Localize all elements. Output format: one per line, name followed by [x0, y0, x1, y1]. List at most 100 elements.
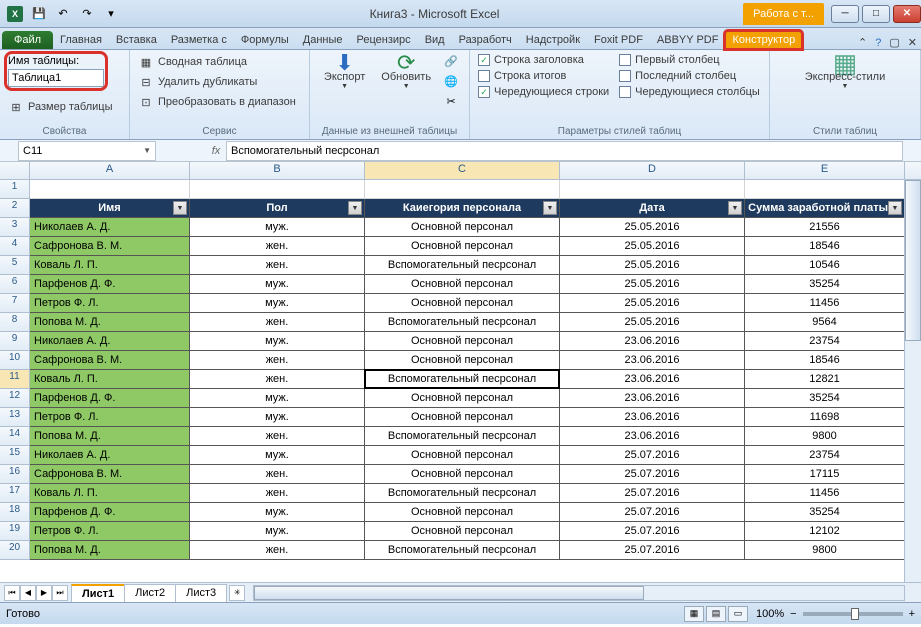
fx-button[interactable]: fx	[206, 145, 226, 157]
header-cell[interactable]: Сумма заработной платы, р▼	[745, 199, 905, 218]
row-header[interactable]: 4	[0, 237, 30, 256]
data-cell[interactable]: 23.06.2016	[560, 332, 745, 351]
close-button[interactable]: ✕	[893, 5, 921, 23]
ribbon-minimize-icon[interactable]: ⌃	[858, 36, 867, 49]
refresh-button[interactable]: ⟳Обновить▼	[377, 53, 435, 109]
doc-restore-icon[interactable]: ▢	[889, 36, 899, 49]
data-cell[interactable]: 11698	[745, 408, 905, 427]
name-box[interactable]: C11▼	[18, 141, 156, 161]
data-cell[interactable]: муж.	[190, 294, 365, 313]
data-cell[interactable]: Петров Ф. Л.	[30, 522, 190, 541]
header-row-checkbox[interactable]: ✓Строка заголовка	[476, 53, 611, 67]
data-cell[interactable]: 25.05.2016	[560, 218, 745, 237]
data-cell[interactable]: Петров Ф. Л.	[30, 294, 190, 313]
table-name-input[interactable]	[8, 69, 104, 87]
data-cell[interactable]: муж.	[190, 503, 365, 522]
undo-button[interactable]: ↶	[52, 4, 74, 24]
sheet-nav-last[interactable]: ⏭	[52, 585, 68, 601]
resize-table-button[interactable]: ⊞Размер таблицы	[6, 98, 123, 116]
data-cell[interactable]: 25.07.2016	[560, 522, 745, 541]
data-cell[interactable]: 25.07.2016	[560, 541, 745, 560]
data-cell[interactable]: жен.	[190, 484, 365, 503]
data-cell[interactable]: 23.06.2016	[560, 408, 745, 427]
zoom-out[interactable]: −	[790, 608, 796, 620]
filter-button[interactable]: ▼	[173, 201, 187, 215]
tab-формулы[interactable]: Формулы	[234, 31, 296, 49]
data-cell[interactable]: жен.	[190, 313, 365, 332]
data-cell[interactable]: 25.05.2016	[560, 237, 745, 256]
remove-duplicates-button[interactable]: ⊟Удалить дубликаты	[136, 73, 303, 91]
data-cell[interactable]: 23.06.2016	[560, 370, 745, 389]
data-cell[interactable]: 18546	[745, 351, 905, 370]
row-header[interactable]: 10	[0, 351, 30, 370]
data-cell[interactable]: Попова М. Д.	[30, 541, 190, 560]
pivot-table-button[interactable]: ▦Сводная таблица	[136, 53, 303, 71]
col-header-C[interactable]: C	[365, 162, 560, 179]
data-cell[interactable]: 9800	[745, 427, 905, 446]
cell[interactable]	[560, 180, 745, 199]
cell[interactable]	[190, 180, 365, 199]
data-cell[interactable]: Основной персонал	[365, 503, 560, 522]
last-col-checkbox[interactable]: Последний столбец	[617, 69, 762, 83]
header-cell[interactable]: Каиегория персонала▼	[365, 199, 560, 218]
col-header-D[interactable]: D	[560, 162, 745, 179]
tab-данные[interactable]: Данные	[296, 31, 350, 49]
maximize-button[interactable]: □	[862, 5, 890, 23]
data-cell[interactable]: 25.07.2016	[560, 503, 745, 522]
data-cell[interactable]: Основной персонал	[365, 522, 560, 541]
file-tab[interactable]: Файл	[2, 31, 53, 49]
data-cell[interactable]: 35254	[745, 503, 905, 522]
qat-customize[interactable]: ▾	[100, 4, 122, 24]
data-cell[interactable]: Вспомогательный песрсонал	[365, 484, 560, 503]
col-header-B[interactable]: B	[190, 162, 365, 179]
help-icon[interactable]: ?	[875, 37, 881, 49]
app-icon[interactable]: X	[4, 4, 26, 24]
open-browser-icon[interactable]: 🌐	[443, 73, 459, 89]
filter-button[interactable]: ▼	[348, 201, 362, 215]
data-cell[interactable]: 25.05.2016	[560, 275, 745, 294]
data-cell[interactable]: муж.	[190, 389, 365, 408]
zoom-slider[interactable]	[803, 612, 903, 616]
row-header[interactable]: 8	[0, 313, 30, 332]
data-cell[interactable]: Коваль Л. П.	[30, 370, 190, 389]
data-cell[interactable]: Основной персонал	[365, 465, 560, 484]
tab-разметка с[interactable]: Разметка с	[164, 31, 234, 49]
row-header[interactable]: 11	[0, 370, 30, 389]
data-cell[interactable]: Парфенов Д. Ф.	[30, 389, 190, 408]
tab-вставка[interactable]: Вставка	[109, 31, 164, 49]
data-cell[interactable]: жен.	[190, 256, 365, 275]
data-cell[interactable]: муж.	[190, 446, 365, 465]
data-cell[interactable]: Основной персонал	[365, 275, 560, 294]
sheet-nav-prev[interactable]: ◀	[20, 585, 36, 601]
sheet-tab[interactable]: Лист1	[71, 584, 125, 602]
data-cell[interactable]: 9564	[745, 313, 905, 332]
data-cell[interactable]: муж.	[190, 275, 365, 294]
data-cell[interactable]: 9800	[745, 541, 905, 560]
row-header[interactable]: 13	[0, 408, 30, 427]
header-cell[interactable]: Имя▼	[30, 199, 190, 218]
data-cell[interactable]: жен.	[190, 351, 365, 370]
zoom-in[interactable]: +	[909, 608, 915, 620]
convert-range-button[interactable]: ⊡Преобразовать в диапазон	[136, 93, 303, 111]
data-cell[interactable]: Парфенов Д. Ф.	[30, 503, 190, 522]
row-header[interactable]: 15	[0, 446, 30, 465]
data-cell[interactable]: Попова М. Д.	[30, 313, 190, 332]
data-cell[interactable]: 17115	[745, 465, 905, 484]
total-row-checkbox[interactable]: Строка итогов	[476, 69, 611, 83]
sheet-nav-next[interactable]: ▶	[36, 585, 52, 601]
data-cell[interactable]: 35254	[745, 275, 905, 294]
row-header[interactable]: 7	[0, 294, 30, 313]
sheet-nav-first[interactable]: ⏮	[4, 585, 20, 601]
data-cell[interactable]: 25.05.2016	[560, 294, 745, 313]
banded-rows-checkbox[interactable]: ✓Чередующиеся строки	[476, 85, 611, 99]
view-normal[interactable]: ▦	[684, 606, 704, 622]
data-cell[interactable]: муж.	[190, 218, 365, 237]
data-cell[interactable]: Вспомогательный песрсонал	[365, 256, 560, 275]
data-cell[interactable]: муж.	[190, 408, 365, 427]
row-header[interactable]: 6	[0, 275, 30, 294]
data-cell[interactable]: жен.	[190, 541, 365, 560]
data-cell[interactable]: 10546	[745, 256, 905, 275]
filter-button[interactable]: ▼	[543, 201, 557, 215]
row-header[interactable]: 18	[0, 503, 30, 522]
row-header[interactable]: 3	[0, 218, 30, 237]
